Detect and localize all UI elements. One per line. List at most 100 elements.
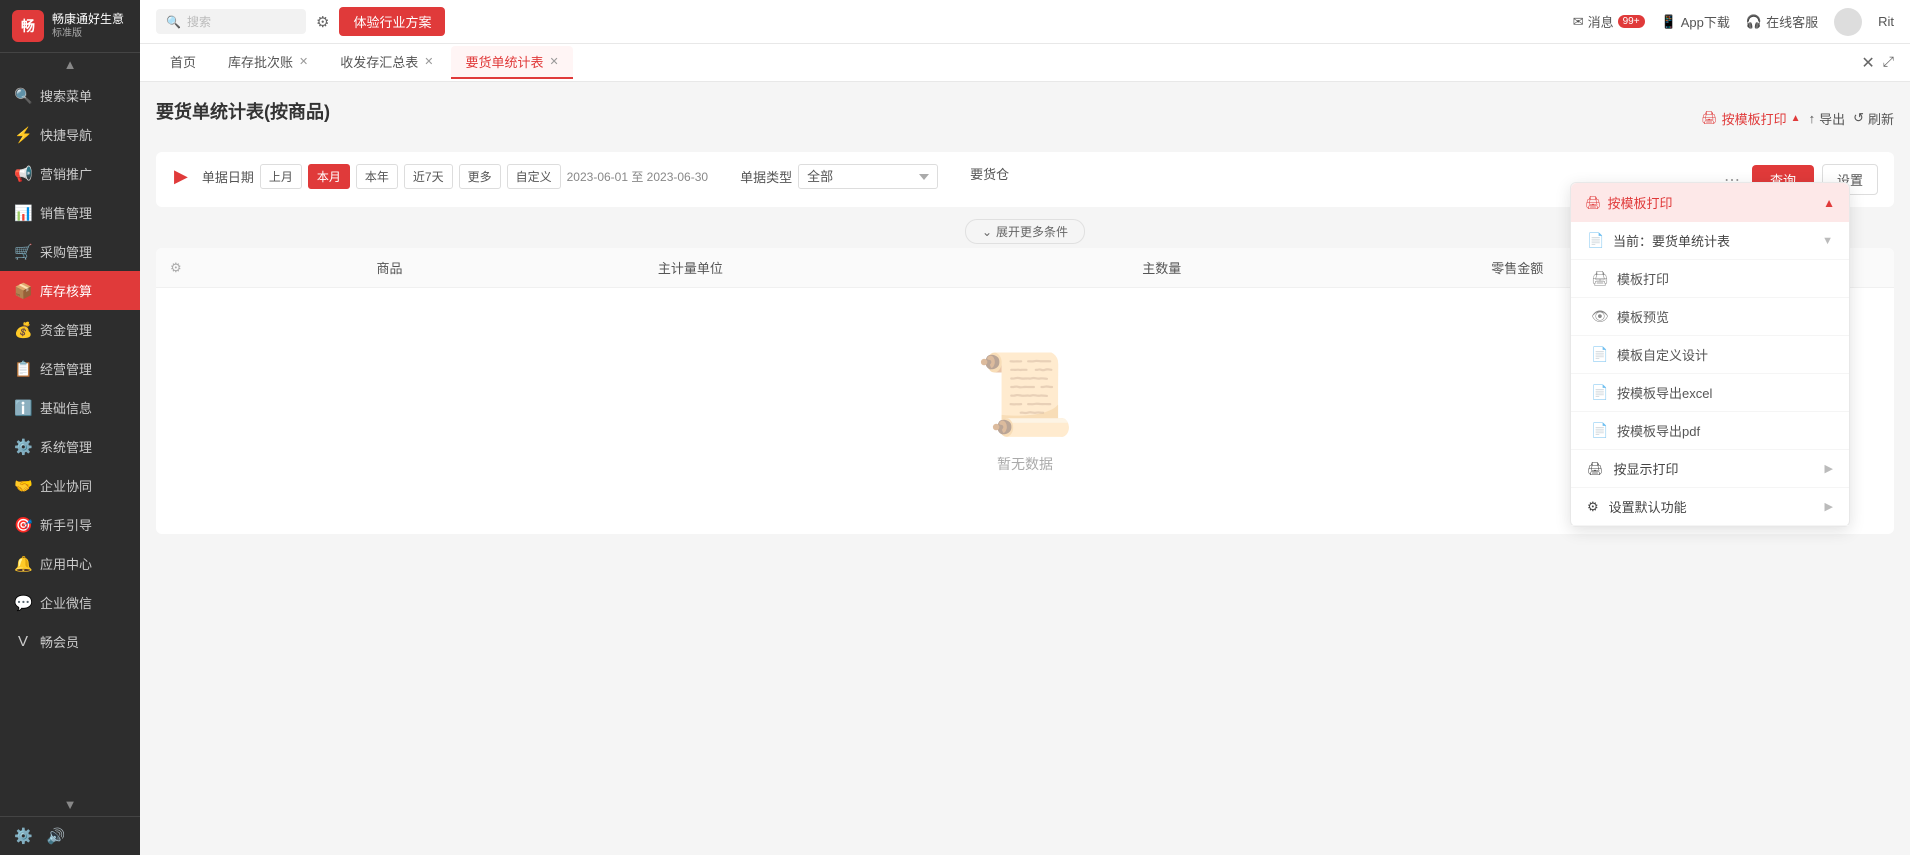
sidebar-item-wechat[interactable]: 💬 企业微信 — [0, 583, 140, 622]
sidebar-item-label: 企业协同 — [40, 476, 92, 495]
dropdown-default-func[interactable]: ⚙ 设置默认功能 ▶ — [1571, 488, 1849, 526]
dropdown-default-func-left: ⚙ 设置默认功能 — [1587, 497, 1687, 516]
tab-order-stat-label: 要货单统计表 — [465, 52, 543, 71]
logo-text: 畅康通好生意 标准版 — [52, 12, 124, 41]
sidebar-scroll-down[interactable]: ▼ — [0, 793, 140, 816]
dropdown-template-print[interactable]: 🖨 模板打印 — [1571, 260, 1849, 298]
finance-icon: 💰 — [14, 321, 32, 339]
sidebar-item-marketing[interactable]: 📢 营销推广 — [0, 154, 140, 193]
template-pdf-icon: 📄 — [1591, 422, 1607, 439]
date-7days[interactable]: 近7天 — [404, 164, 453, 189]
type-filter-group: 单据类型 全部 — [740, 164, 938, 189]
tab-order-stat[interactable]: 要货单统计表 ✕ — [451, 46, 572, 79]
lightning-icon: ⚡ — [14, 126, 32, 144]
sidebar-item-label: 畅会员 — [40, 632, 79, 651]
tabs-expand-button[interactable]: ⤢ — [1883, 53, 1894, 73]
sidebar-item-basic[interactable]: ℹ️ 基础信息 — [0, 388, 140, 427]
tab-home-label: 首页 — [170, 52, 196, 71]
export-button[interactable]: ↑ 导出 — [1809, 109, 1846, 128]
tab-collection-close[interactable]: ✕ — [424, 55, 433, 68]
sound-icon[interactable]: 🔊 — [47, 827, 66, 845]
date-prev-month[interactable]: 上月 — [260, 164, 302, 189]
main-area: 🔍 搜索 ⚙ 体验行业方案 ✉ 消息 99+ 📱 App下载 🎧 在线客服 Ri… — [140, 0, 1910, 855]
type-filter-select[interactable]: 全部 — [798, 164, 938, 189]
sidebar-item-sales[interactable]: 📊 销售管理 — [0, 193, 140, 232]
trial-button[interactable]: 体验行业方案 — [339, 7, 445, 36]
dropdown-template-preview[interactable]: 👁 模板预览 — [1571, 298, 1849, 336]
dropdown-template-pdf[interactable]: 📄 按模板导出pdf — [1571, 412, 1849, 450]
template-preview-icon: 👁 — [1591, 308, 1607, 325]
member-icon: V — [14, 633, 32, 650]
sidebar-item-search[interactable]: 🔍 搜索菜单 — [0, 76, 140, 115]
sidebar-item-system[interactable]: ⚙️ 系统管理 — [0, 427, 140, 466]
gear-icon[interactable]: ⚙ — [316, 13, 329, 31]
dropdown-current-label: 当前：要货单统计表 — [1613, 231, 1730, 250]
default-func-arrow: ▶ — [1825, 500, 1833, 513]
dropdown-header-left: 🖨 按模板打印 — [1585, 193, 1673, 212]
dropdown-current-template[interactable]: 📄 当前：要货单统计表 ▼ — [1571, 222, 1849, 260]
sidebar-scroll-up[interactable]: ▲ — [0, 53, 140, 76]
app-icon: 📱 — [1661, 14, 1677, 30]
tab-order-stat-close[interactable]: ✕ — [550, 55, 559, 68]
sidebar-item-inventory[interactable]: 📦 库存核算 — [0, 271, 140, 310]
empty-text: 暂无数据 — [997, 454, 1053, 474]
dropdown-template-design[interactable]: 📄 模板自定义设计 — [1571, 336, 1849, 374]
sidebar-item-enterprise[interactable]: 🤝 企业协同 — [0, 466, 140, 505]
tabs-close-button[interactable]: ✕ — [1861, 53, 1874, 73]
dropdown-display-print[interactable]: 🖨 按显示打印 ▶ — [1571, 450, 1849, 488]
date-more[interactable]: 更多 — [459, 164, 501, 189]
display-print-icon: 🖨 — [1587, 461, 1604, 477]
app-download-item[interactable]: 📱 App下载 — [1661, 12, 1730, 31]
message-icon: ✉ — [1573, 14, 1584, 30]
tab-home[interactable]: 首页 — [156, 46, 210, 79]
inventory-icon: 📦 — [14, 282, 32, 300]
sales-icon: 📊 — [14, 204, 32, 222]
sidebar-item-operation[interactable]: 📋 经营管理 — [0, 349, 140, 388]
default-func-label: 设置默认功能 — [1609, 497, 1687, 516]
online-service-item[interactable]: 🎧 在线客服 — [1746, 12, 1818, 31]
tab-batch-close[interactable]: ✕ — [299, 55, 308, 68]
print-dropdown: 🖨 按模板打印 ▲ 📄 当前：要货单统计表 ▼ 🖨 模板打印 👁 模板预览 — [1570, 182, 1850, 527]
tab-collection[interactable]: 收发存汇总表 ✕ — [326, 46, 447, 79]
col-settings[interactable]: ⚙ — [156, 248, 363, 288]
date-custom[interactable]: 自定义 — [507, 164, 561, 189]
sidebar-item-purchase[interactable]: 🛒 采购管理 — [0, 232, 140, 271]
dropdown-template-excel[interactable]: 📄 按模板导出excel — [1571, 374, 1849, 412]
template-excel-label: 按模板导出excel — [1617, 383, 1712, 402]
message-item[interactable]: ✉ 消息 99+ — [1573, 12, 1645, 31]
filter-toggle[interactable]: ▶ — [172, 164, 190, 189]
expand-more-button[interactable]: ⌄ 展开更多条件 — [965, 219, 1085, 244]
col-qty: 主数量 — [1128, 248, 1477, 288]
sidebar-item-newbie[interactable]: 🎯 新手引导 — [0, 505, 140, 544]
user-avatar[interactable] — [1834, 8, 1862, 36]
expand-chevron-icon: ⌄ — [982, 225, 992, 239]
current-template-icon: 📄 — [1587, 232, 1603, 249]
template-print-icon: 🖨 — [1591, 270, 1607, 287]
sidebar-item-label: 搜索菜单 — [40, 86, 92, 105]
sidebar-item-member[interactable]: V 畅会员 — [0, 622, 140, 661]
tab-batch[interactable]: 库存批次账 ✕ — [214, 46, 322, 79]
date-current-month[interactable]: 本月 — [308, 164, 350, 189]
sidebar: 畅 畅康通好生意 标准版 ▲ 🔍 搜索菜单 ⚡ 快捷导航 📢 营销推广 📊 销售… — [0, 0, 140, 855]
sidebar-item-finance[interactable]: 💰 资金管理 — [0, 310, 140, 349]
topbar-search[interactable]: 🔍 搜索 — [156, 9, 306, 34]
sidebar-item-shortcut[interactable]: ⚡ 快捷导航 — [0, 115, 140, 154]
settings-icon[interactable]: ⚙️ — [14, 827, 33, 845]
display-print-arrow: ▶ — [1825, 462, 1833, 475]
app-download-label: App下载 — [1681, 12, 1730, 31]
dropdown-header: 🖨 按模板打印 ▲ — [1571, 183, 1849, 222]
page-title: 要货单统计表(按商品) — [156, 98, 330, 124]
template-print-label: 模板打印 — [1617, 269, 1669, 288]
display-print-label: 按显示打印 — [1614, 459, 1679, 478]
print-button[interactable]: 🖨 按模板打印 ▲ — [1701, 109, 1800, 128]
sidebar-bottom: ⚙️ 🔊 — [0, 816, 140, 855]
topbar: 🔍 搜索 ⚙ 体验行业方案 ✉ 消息 99+ 📱 App下载 🎧 在线客服 Ri… — [140, 0, 1910, 44]
date-year[interactable]: 本年 — [356, 164, 398, 189]
sidebar-item-label: 经营管理 — [40, 359, 92, 378]
refresh-button[interactable]: ↺ 刷新 — [1853, 109, 1894, 128]
topbar-left: 🔍 搜索 ⚙ 体验行业方案 — [156, 7, 445, 36]
sidebar-item-label: 应用中心 — [40, 554, 92, 573]
dropdown-chevron-icon[interactable]: ▲ — [1823, 196, 1835, 210]
template-design-icon: 📄 — [1591, 346, 1607, 363]
sidebar-item-apps[interactable]: 🔔 应用中心 — [0, 544, 140, 583]
